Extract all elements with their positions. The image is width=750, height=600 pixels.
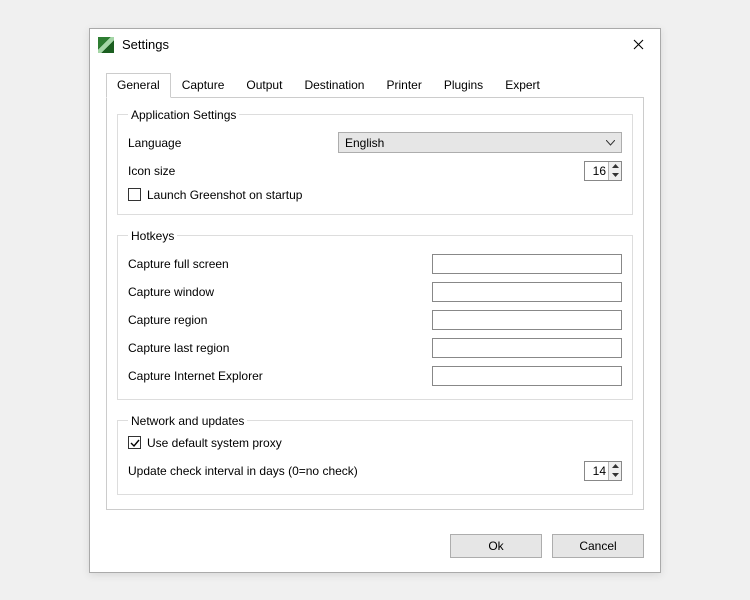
group-legend-network: Network and updates: [128, 414, 247, 428]
hotkey-fullscreen-input[interactable]: [432, 254, 622, 274]
hotkey-window-input[interactable]: [432, 282, 622, 302]
hotkey-ie-label: Capture Internet Explorer: [128, 369, 378, 383]
tab-destination[interactable]: Destination: [293, 73, 375, 97]
chevron-down-icon: [606, 140, 615, 146]
proxy-label: Use default system proxy: [147, 436, 282, 450]
titlebar: Settings: [90, 29, 660, 61]
spin-down-icon[interactable]: [609, 171, 621, 180]
close-icon: [633, 39, 644, 50]
cancel-button[interactable]: Cancel: [552, 534, 644, 558]
icon-size-value: 16: [585, 162, 608, 180]
language-select[interactable]: English: [338, 132, 622, 153]
spin-up-icon[interactable]: [609, 462, 621, 471]
group-legend-hotkeys: Hotkeys: [128, 229, 177, 243]
close-button[interactable]: [622, 31, 654, 59]
spin-up-icon[interactable]: [609, 162, 621, 171]
spin-down-icon[interactable]: [609, 471, 621, 480]
update-interval-label: Update check interval in days (0=no chec…: [128, 464, 358, 478]
update-interval-stepper[interactable]: 14: [584, 461, 622, 481]
hotkey-region-label: Capture region: [128, 313, 378, 327]
settings-dialog: Settings General Capture Output Destinat…: [89, 28, 661, 573]
tab-expert[interactable]: Expert: [494, 73, 551, 97]
hotkey-region-input[interactable]: [432, 310, 622, 330]
hotkey-ie-input[interactable]: [432, 366, 622, 386]
check-icon: [130, 438, 140, 448]
update-interval-value: 14: [585, 462, 608, 480]
tab-printer[interactable]: Printer: [375, 73, 432, 97]
proxy-checkbox[interactable]: [128, 436, 141, 449]
tab-capture[interactable]: Capture: [171, 73, 236, 97]
group-hotkeys: Hotkeys Capture full screen Capture wind…: [117, 229, 633, 400]
tab-strip: General Capture Output Destination Print…: [106, 73, 644, 98]
dialog-footer: Ok Cancel: [90, 524, 660, 572]
icon-size-label: Icon size: [128, 164, 175, 178]
language-select-value: English: [345, 136, 384, 150]
launch-startup-label: Launch Greenshot on startup: [147, 188, 302, 202]
group-network: Network and updates Use default system p…: [117, 414, 633, 495]
hotkey-lastregion-input[interactable]: [432, 338, 622, 358]
launch-startup-checkbox[interactable]: [128, 188, 141, 201]
group-legend-application: Application Settings: [128, 108, 239, 122]
window-title: Settings: [122, 37, 169, 52]
hotkey-window-label: Capture window: [128, 285, 378, 299]
tab-output[interactable]: Output: [235, 73, 293, 97]
icon-size-stepper[interactable]: 16: [584, 161, 622, 181]
tab-panel-general: Application Settings Language English Ic…: [106, 97, 644, 510]
ok-button[interactable]: Ok: [450, 534, 542, 558]
hotkey-fullscreen-label: Capture full screen: [128, 257, 378, 271]
tab-plugins[interactable]: Plugins: [433, 73, 494, 97]
tab-general[interactable]: General: [106, 73, 171, 98]
language-label: Language: [128, 136, 338, 150]
app-icon: [98, 37, 114, 53]
hotkey-lastregion-label: Capture last region: [128, 341, 378, 355]
group-application-settings: Application Settings Language English Ic…: [117, 108, 633, 215]
